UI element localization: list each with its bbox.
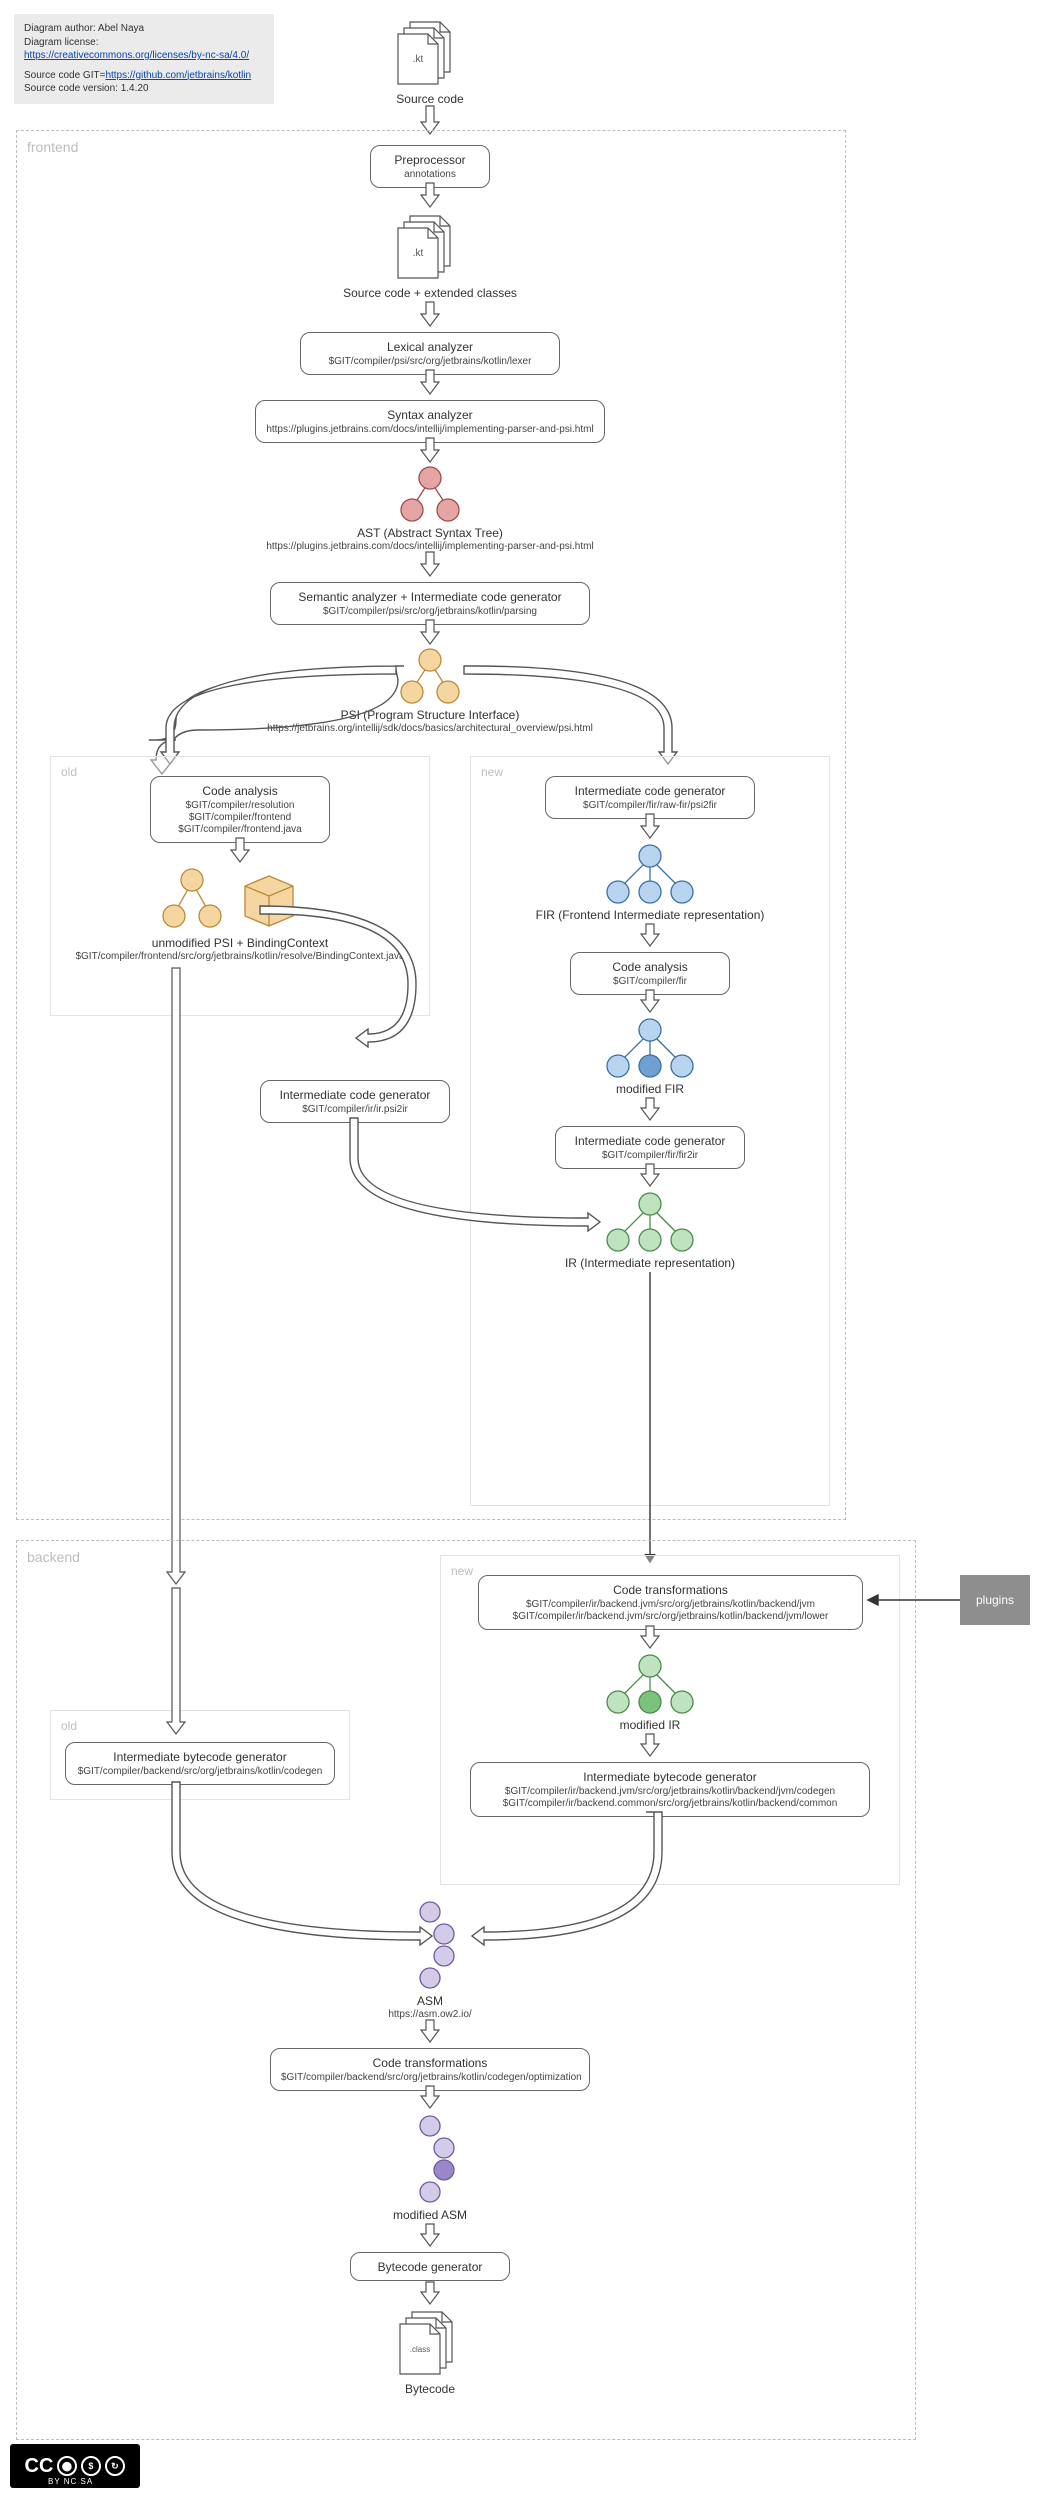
modified-asm-label: modified ASM [370,2208,490,2223]
preprocessor-node: Preprocessor annotations [370,145,490,188]
frontend-old-label: old [61,765,77,779]
psi-binding-label: unmodified PSI + BindingContext $GIT/com… [60,936,420,964]
psi-binding-icon [160,868,320,934]
new-intercode1-node: Intermediate code generator $GIT/compile… [545,776,755,819]
new-code-analysis-node: Code analysis $GIT/compiler/fir [570,952,730,995]
ir-label: IR (Intermediate representation) [540,1256,760,1271]
source-code-files-icon: .kt [392,20,472,93]
psi-tree-icon [398,648,462,706]
backend-label: backend [27,1549,80,1565]
old-intercode-node: Intermediate code generator $GIT/compile… [260,1080,450,1123]
modified-ir-label: modified IR [570,1718,730,1733]
cc-license-badge: CC ⬤ $ ↻ BY NC SA [10,2444,140,2488]
backend-new-ibg-node: Intermediate bytecode generator $GIT/com… [470,1762,870,1817]
backend-code-transform2-node: Code transformations $GIT/compiler/backe… [270,2048,590,2091]
modified-fir-label: modified FIR [560,1082,740,1097]
fir-label: FIR (Frontend Intermediate representatio… [510,908,790,923]
ast-label: AST (Abstract Syntax Tree) https://plugi… [255,526,605,554]
cc-by-icon: ⬤ [57,2456,77,2476]
meta-license: Diagram license: https://creativecommons… [24,36,264,63]
modified-ir-tree-icon [600,1654,700,1716]
frontend-new-label: new [481,765,503,779]
cc-nc-icon: $ [81,2456,101,2476]
asm-label: ASM https://asm.ow2.io/ [370,1994,490,2022]
backend-new-label: new [451,1564,473,1578]
license-link[interactable]: https://creativecommons.org/licenses/by-… [24,50,249,61]
diagram-metadata: Diagram author: Abel Naya Diagram licens… [14,14,274,104]
cc-sa-icon: ↻ [105,2456,125,2476]
ast-tree-icon [398,466,462,524]
meta-version: Source code version: 1.4.20 [24,82,264,96]
bytecode-generator-node: Bytecode generator [350,2252,510,2281]
asm-stack-icon [418,1900,458,1992]
svg-text:.kt: .kt [413,248,424,259]
new-intercode2-node: Intermediate code generator $GIT/compile… [555,1126,745,1169]
svg-text:.kt: .kt [413,54,424,65]
bytecode-label: Bytecode [380,2382,480,2397]
old-code-analysis-node: Code analysis $GIT/compiler/resolution $… [150,776,330,843]
meta-git: Source code GIT=https://github.com/jetbr… [24,69,264,83]
frontend-label: frontend [27,139,78,155]
semantic-analyzer-node: Semantic analyzer + Intermediate code ge… [270,582,590,625]
meta-author: Diagram author: Abel Naya [24,22,264,36]
git-link[interactable]: https://github.com/jetbrains/kotlin [105,70,251,81]
modified-fir-tree-icon [600,1018,700,1080]
backend-code-transform-node: Code transformations $GIT/compiler/ir/ba… [478,1575,863,1630]
fir-tree-icon [600,844,700,906]
lexical-analyzer-node: Lexical analyzer $GIT/compiler/psi/src/o… [300,332,560,375]
backend-old-label: old [61,1719,77,1733]
plugins-box: plugins [960,1575,1030,1625]
source-code-label: Source code [380,92,480,107]
syntax-analyzer-node: Syntax analyzer https://plugins.jetbrain… [255,400,605,443]
ir-tree-icon [600,1192,700,1254]
backend-old-ibg-node: Intermediate bytecode generator $GIT/com… [65,1742,335,1785]
bytecode-files-icon: .class [394,2310,474,2383]
source-extended-label: Source code + extended classes [320,286,540,301]
psi-label: PSI (Program Structure Interface) https:… [255,708,605,736]
svg-text:.class: .class [410,2345,430,2354]
modified-asm-stack-icon [418,2114,458,2206]
extended-files-icon: .kt [392,214,472,287]
